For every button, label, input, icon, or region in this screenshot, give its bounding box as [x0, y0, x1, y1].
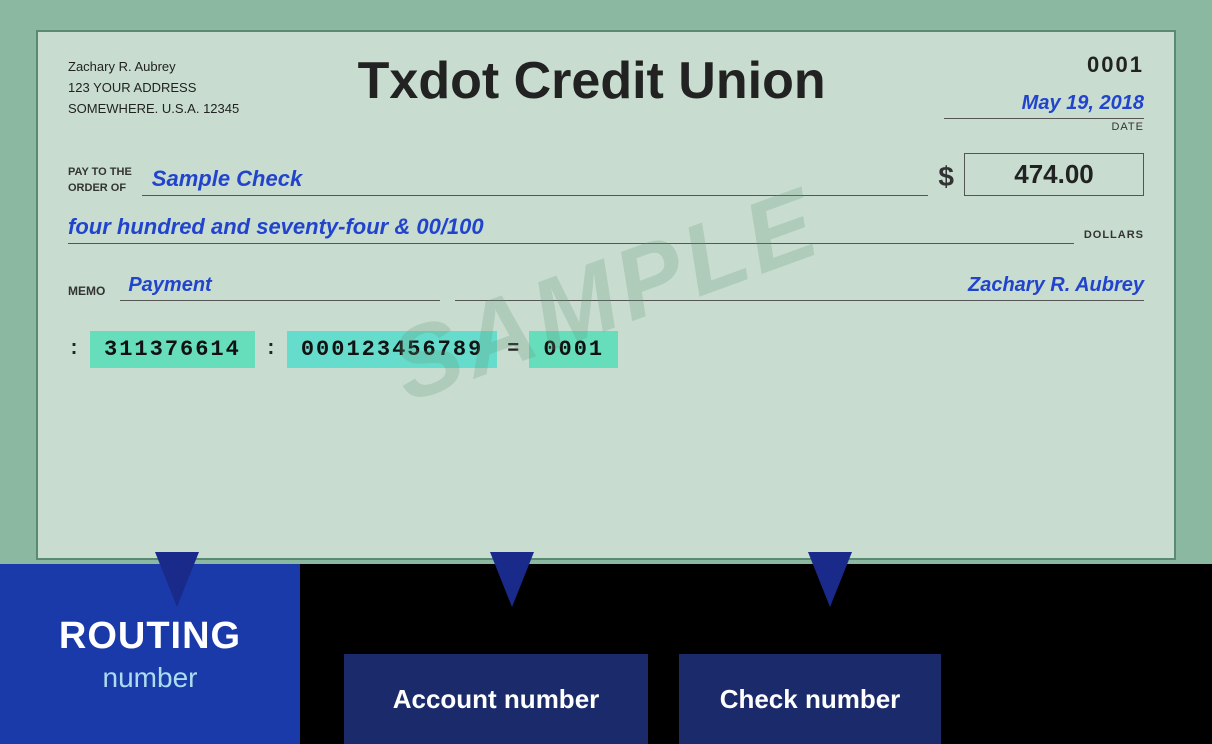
check-arrow: [808, 552, 852, 607]
check-number-top: 0001: [1087, 52, 1144, 78]
signature-line: Zachary R. Aubrey: [455, 274, 1144, 301]
owner-address2: SOMEWHERE. U.S.A. 12345: [68, 99, 239, 120]
memo-label: MEMO: [68, 284, 105, 301]
written-amount-text: four hundred and seventy-four & 00/100: [68, 214, 484, 239]
owner-address1: 123 YOUR ADDRESS: [68, 78, 239, 99]
micr-check-number: 0001: [529, 331, 618, 368]
date-label: DATE: [944, 118, 1144, 133]
written-amount-line: four hundred and seventy-four & 00/100: [68, 214, 1074, 244]
date-value: May 19, 2018: [944, 92, 1144, 115]
micr-routing-close: :: [265, 338, 277, 361]
micr-row: : 311376614 : 000123456789 = 0001: [68, 331, 1144, 368]
signature-text: Zachary R. Aubrey: [968, 274, 1144, 296]
pay-to-label: PAY TO THEORDER OF: [68, 165, 132, 196]
amount-box: 474.00: [964, 153, 1144, 196]
account-label-text: Account number: [393, 684, 600, 715]
pay-to-row: PAY TO THEORDER OF Sample Check $ 474.00: [68, 153, 1144, 196]
dollars-label: DOLLARS: [1084, 229, 1144, 244]
date-section: May 19, 2018 DATE: [944, 92, 1144, 133]
micr-routing-number: 311376614: [90, 331, 255, 368]
check-label-box: Check number: [679, 654, 941, 744]
routing-label-bottom: number: [103, 662, 198, 694]
payee-name: Sample Check: [152, 166, 302, 191]
owner-info: Zachary R. Aubrey 123 YOUR ADDRESS SOMEW…: [68, 57, 239, 119]
check-paper: SAMPLE 0001 Zachary R. Aubrey 123 YOUR A…: [36, 30, 1176, 560]
check-header: Zachary R. Aubrey 123 YOUR ADDRESS SOMEW…: [68, 52, 1144, 133]
micr-account-close: =: [507, 338, 519, 361]
account-label-box: Account number: [344, 654, 648, 744]
routing-label-top: ROUTING: [59, 615, 241, 658]
written-amount-row: four hundred and seventy-four & 00/100 D…: [68, 214, 1144, 244]
check-label-text: Check number: [720, 684, 901, 715]
micr-routing-open: :: [68, 338, 80, 361]
dollar-sign: $: [938, 161, 954, 196]
account-arrow: [490, 552, 534, 607]
owner-name: Zachary R. Aubrey: [68, 57, 239, 78]
bank-name: Txdot Credit Union: [259, 52, 924, 112]
payee-line: Sample Check: [142, 166, 929, 196]
check-background: SAMPLE 0001 Zachary R. Aubrey 123 YOUR A…: [0, 0, 1212, 590]
memo-line: Payment: [120, 274, 440, 301]
memo-value: Payment: [128, 274, 211, 296]
memo-row: MEMO Payment Zachary R. Aubrey: [68, 274, 1144, 301]
micr-account-number: 000123456789: [287, 331, 497, 368]
routing-label-box: ROUTING number: [0, 564, 300, 744]
routing-arrow: [155, 552, 199, 607]
